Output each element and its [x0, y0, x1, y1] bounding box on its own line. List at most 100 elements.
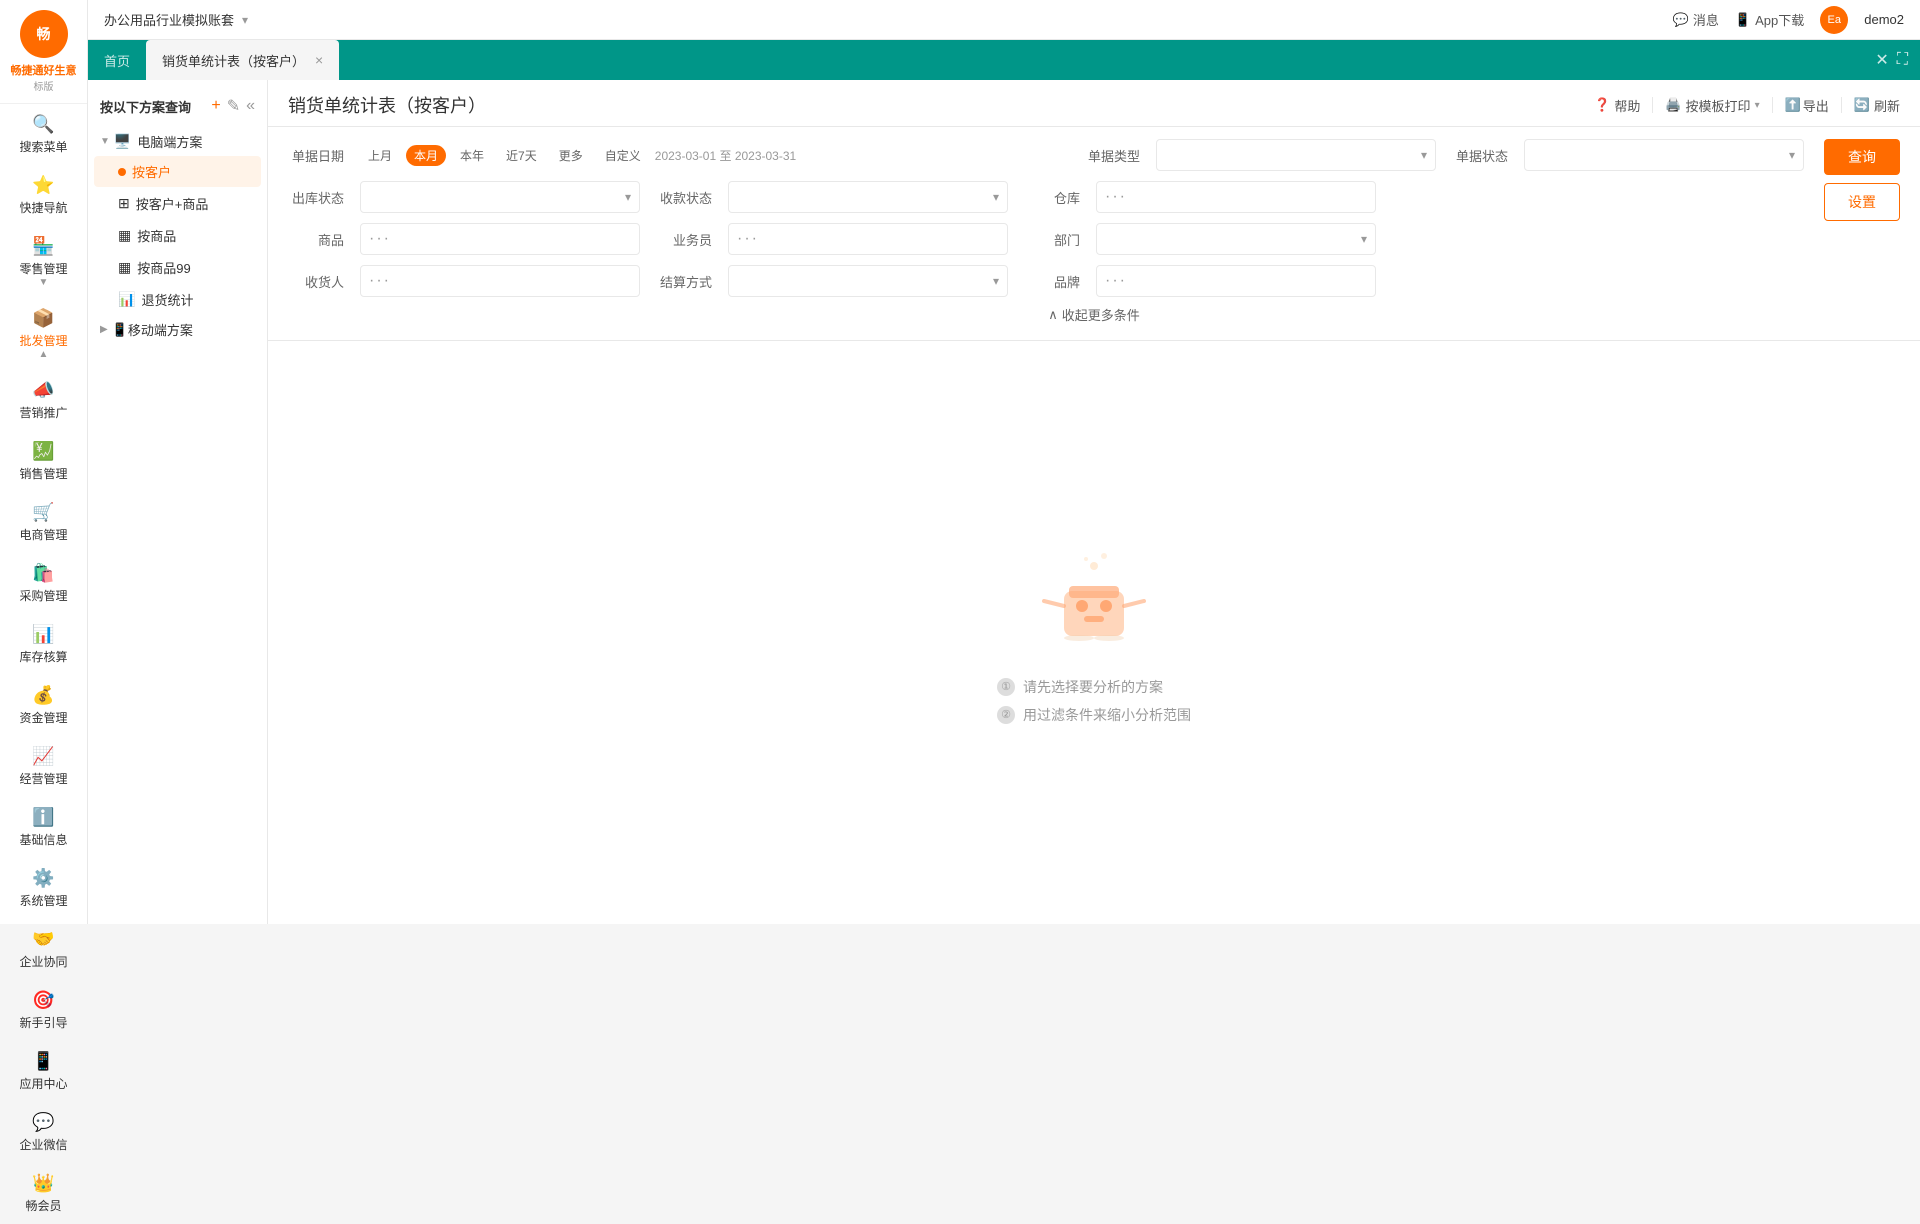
- tree-parent-mobile[interactable]: ▶ 📱 移动端方案: [88, 316, 267, 343]
- main-area: 办公用品行业模拟账套 ▾ 💬 消息 📱 App下载 Ea demo2 首页 销货…: [88, 0, 1920, 924]
- message-button[interactable]: 💬 消息: [1673, 10, 1719, 29]
- tab-close-icon[interactable]: ×: [315, 52, 323, 68]
- operations-icon: 📈: [32, 746, 54, 767]
- date-btn-this-year[interactable]: 本年: [452, 145, 492, 166]
- settlement-label: 结算方式: [656, 272, 712, 291]
- sidebar-item-label: 库存核算: [19, 648, 67, 665]
- logo-icon: 畅: [20, 10, 68, 58]
- avatar[interactable]: Ea: [1820, 6, 1848, 34]
- desktop-icon: 🖥️: [114, 133, 131, 150]
- inventory-icon: 📊: [32, 624, 54, 645]
- sidebar-item-ecommerce[interactable]: 🛒 电商管理: [0, 492, 87, 553]
- warehouse-select[interactable]: ···: [1096, 181, 1376, 213]
- tree-child-label: 按商品: [137, 226, 176, 245]
- wechat-icon: 💬: [32, 1112, 54, 1133]
- chevron-down-icon: ▾: [1421, 148, 1427, 162]
- filter-row-date: 单据日期 上月 本月 本年 近7天 更多 自定义 2023-03-01 至 20…: [288, 139, 1804, 171]
- receiver-select[interactable]: ···: [360, 265, 640, 297]
- close-window-icon[interactable]: ✕: [1875, 50, 1888, 70]
- purchase-icon: 🛍️: [32, 563, 54, 584]
- department-select[interactable]: ▾: [1096, 223, 1376, 255]
- header-left: 办公用品行业模拟账套 ▾: [104, 10, 248, 29]
- bill-type-select[interactable]: ▾: [1156, 139, 1436, 171]
- sidebar-item-retail[interactable]: 🏪 零售管理 ▼: [0, 226, 87, 298]
- app-download-label: App下载: [1755, 10, 1804, 29]
- collapse-panel-button[interactable]: «: [246, 97, 255, 115]
- avatar-text: Ea: [1828, 14, 1841, 26]
- hint-text-2: 用过滤条件来缩小分析范围: [1023, 705, 1191, 725]
- date-btn-last-month[interactable]: 上月: [360, 145, 400, 166]
- tab-sales-stat[interactable]: 销货单统计表（按客户） ×: [146, 40, 339, 80]
- tree-child-by-customer[interactable]: 按客户: [94, 156, 261, 187]
- collapse-more-button[interactable]: ∧ 收起更多条件: [288, 297, 1900, 328]
- sidebar-item-newbie[interactable]: 🎯 新手引导: [0, 980, 87, 1041]
- sidebar-item-search[interactable]: 🔍 搜索菜单: [0, 104, 87, 165]
- sidebar-item-label: 新手引导: [19, 1014, 67, 1031]
- date-btn-more[interactable]: 更多: [551, 145, 591, 166]
- edit-scheme-button[interactable]: ✎: [227, 96, 240, 116]
- tree-parent-desktop[interactable]: ▼ 🖥️ 电脑端方案: [88, 128, 267, 155]
- sidebar-item-label: 经营管理: [19, 770, 67, 787]
- tree-collapse-icon: ▶: [100, 324, 108, 335]
- empty-hint-1: ① 请先选择要分析的方案: [997, 677, 1191, 697]
- sidebar-item-system[interactable]: ⚙️ 系统管理: [0, 858, 87, 919]
- sidebar-item-quick-nav[interactable]: ⭐ 快捷导航: [0, 165, 87, 226]
- sidebar-item-member[interactable]: 👑 畅会员: [0, 1163, 87, 1224]
- sidebar-item-operations[interactable]: 📈 经营管理: [0, 736, 87, 797]
- tree-child-by-customer-product[interactable]: ⊞ 按客户+商品: [94, 188, 261, 219]
- refresh-button[interactable]: 🔄 刷新: [1854, 96, 1900, 115]
- sidebar-item-label: 批发管理: [19, 332, 67, 349]
- add-scheme-button[interactable]: +: [211, 97, 220, 115]
- bill-type-label: 单据类型: [1084, 146, 1140, 165]
- collect-status-select[interactable]: ▾: [728, 181, 1008, 213]
- date-btn-custom[interactable]: 自定义: [597, 145, 649, 166]
- sidebar-item-purchase[interactable]: 🛍️ 采购管理: [0, 553, 87, 614]
- bill-status-label: 单据状态: [1452, 146, 1508, 165]
- sidebar-item-app-center[interactable]: 📱 应用中心: [0, 1041, 87, 1102]
- out-status-select[interactable]: ▾: [360, 181, 640, 213]
- bill-status-select[interactable]: ▾: [1524, 139, 1804, 171]
- sidebar-item-wechat[interactable]: 💬 企业微信: [0, 1102, 87, 1163]
- sidebar-item-wholesale[interactable]: 📦 批发管理 ▲: [0, 298, 87, 370]
- tree-child-return-stat[interactable]: 📊 退货统计: [94, 284, 261, 315]
- date-btn-last-7-days[interactable]: 近7天: [498, 145, 545, 166]
- chevron-down-icon: ▾: [1789, 148, 1795, 162]
- help-button[interactable]: ❓ 帮助: [1594, 96, 1640, 115]
- export-button[interactable]: ⬆️ 导出: [1785, 96, 1829, 115]
- template-print-dropdown-icon[interactable]: ▾: [1755, 100, 1760, 111]
- tree-child-by-product[interactable]: ▦ 按商品: [94, 220, 261, 251]
- tree-child-by-product-99[interactable]: ▦ 按商品99: [94, 252, 261, 283]
- tab-home[interactable]: 首页: [88, 40, 146, 80]
- query-button[interactable]: 查询: [1824, 139, 1900, 175]
- collapse-more-label: 收起更多条件: [1062, 305, 1140, 324]
- action-buttons: 查询 设置: [1824, 139, 1900, 221]
- mobile-icon: 📱: [112, 322, 128, 338]
- page-title: 销货单统计表（按客户）: [288, 92, 486, 118]
- filter-row-receiver: 收货人 ··· 结算方式 ▾ 品牌 ···: [288, 265, 1804, 297]
- template-print-button[interactable]: 🖨️ 按模板打印 ▾: [1665, 96, 1759, 115]
- product-select[interactable]: ···: [360, 223, 640, 255]
- date-range-display: 2023-03-01 至 2023-03-31: [655, 147, 796, 164]
- app-download-button[interactable]: 📱 App下载: [1735, 10, 1804, 29]
- salesperson-select[interactable]: ···: [728, 223, 1008, 255]
- settings-button[interactable]: 设置: [1824, 183, 1900, 221]
- date-btn-this-month[interactable]: 本月: [406, 145, 446, 166]
- sidebar-item-basic[interactable]: ℹ️ 基础信息: [0, 797, 87, 858]
- sidebar-item-label: 搜索菜单: [19, 138, 67, 155]
- member-icon: 👑: [32, 1173, 54, 1194]
- sidebar-item-sales-mgmt[interactable]: 💹 销售管理: [0, 431, 87, 492]
- sidebar-item-label: 基础信息: [19, 831, 67, 848]
- tab-bar: 首页 销货单统计表（按客户） × ✕ ⛶: [88, 40, 1920, 80]
- sidebar-item-finance[interactable]: 💰 资金管理: [0, 675, 87, 736]
- maximize-icon[interactable]: ⛶: [1897, 51, 1908, 69]
- brand-select[interactable]: ···: [1096, 265, 1376, 297]
- sidebar-item-marketing[interactable]: 📣 营销推广: [0, 370, 87, 431]
- sidebar-item-label: 销售管理: [19, 465, 67, 482]
- app-logo[interactable]: 畅 畅捷通好生意 标版: [0, 0, 87, 104]
- header-dropdown-icon[interactable]: ▾: [242, 13, 248, 27]
- sidebar-item-inventory[interactable]: 📊 库存核算: [0, 614, 87, 675]
- tree-section: ▼ 🖥️ 电脑端方案 按客户 ⊞ 按客户+商品 ▦ 按商品 ▦: [88, 128, 267, 343]
- settlement-select[interactable]: ▾: [728, 265, 1008, 297]
- finance-icon: 💰: [32, 685, 54, 706]
- sidebar-item-cooperation[interactable]: 🤝 企业协同: [0, 919, 87, 980]
